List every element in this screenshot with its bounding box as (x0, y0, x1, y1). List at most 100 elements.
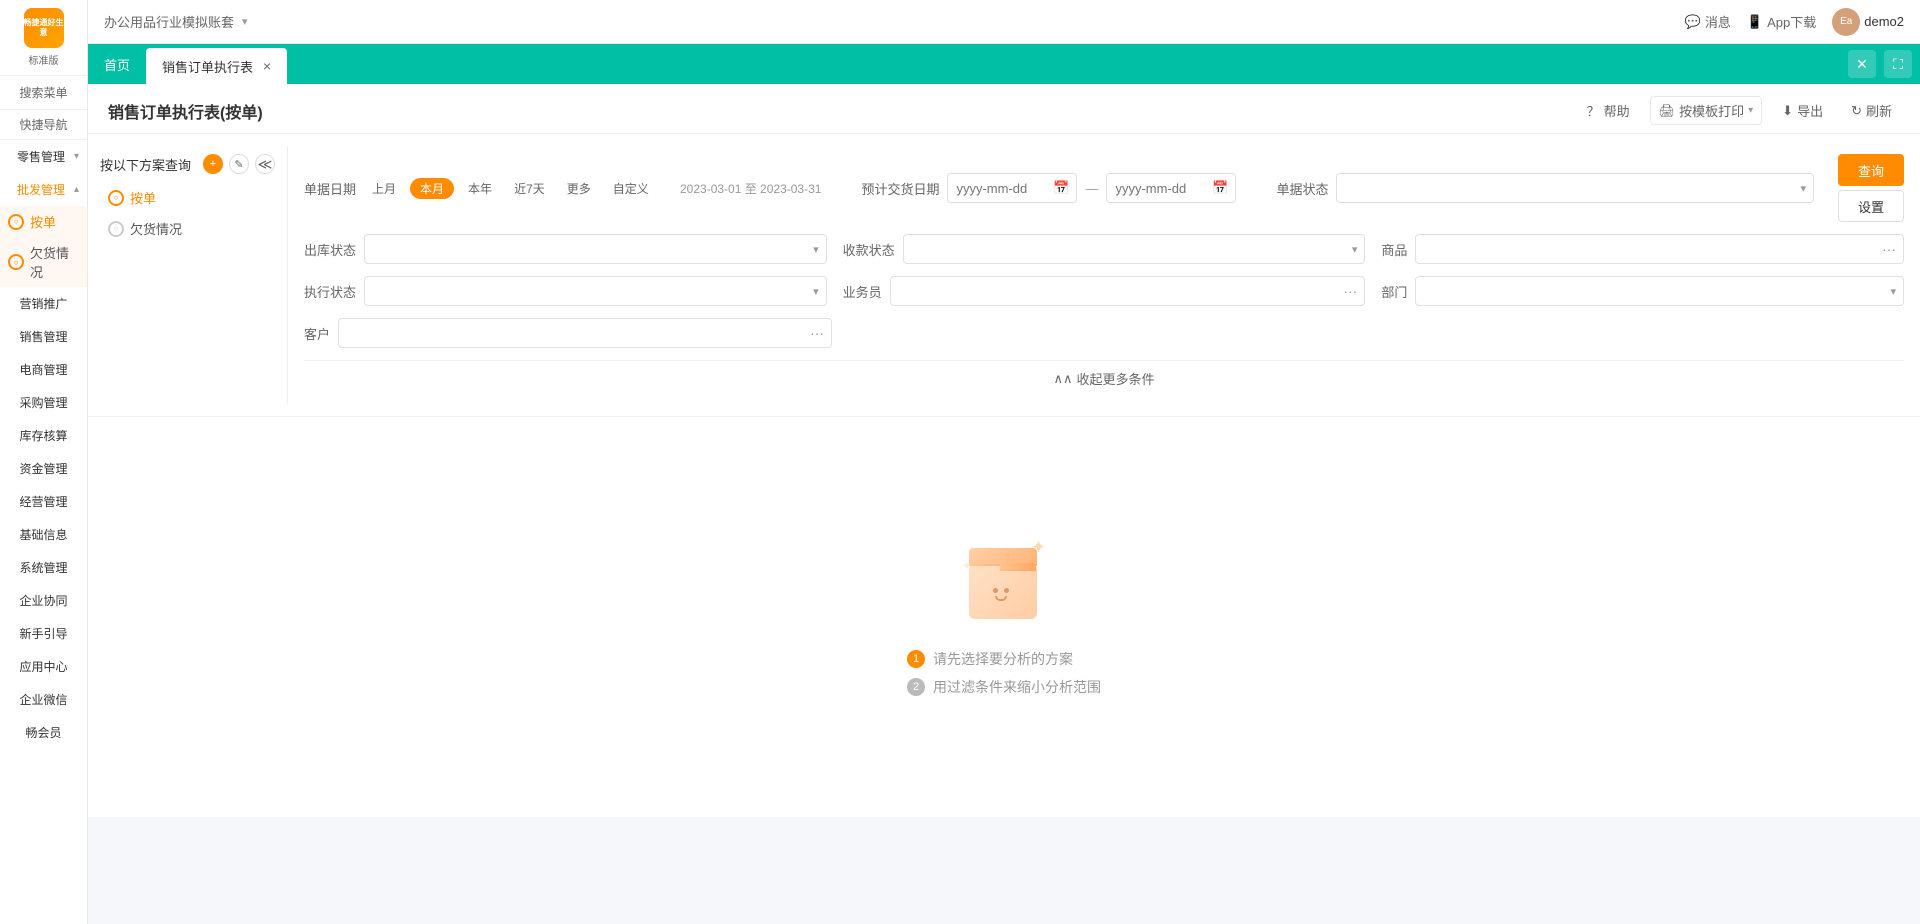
date-range-text: 2023-03-01 至 2023-03-31 (680, 180, 821, 197)
collapse-icon: ≪ (258, 156, 273, 173)
export-button[interactable]: ⬇ 导出 (1774, 97, 1831, 124)
sidebar-item-sales[interactable]: 销售管理 (0, 320, 87, 353)
out-status-label: 出库状态 (304, 240, 356, 259)
collapse-up-icon: ∧∧ (1053, 371, 1072, 387)
status-group: 单据状态 ▾ (1276, 173, 1814, 203)
sidebar-logo: 畅捷通好生意 标准版 (0, 0, 87, 76)
avatar-image: Ea (1832, 8, 1860, 36)
status-select[interactable] (1336, 173, 1814, 203)
sidebar-search[interactable]: 搜索菜单 (0, 76, 87, 110)
exec-status-select[interactable] (364, 276, 827, 306)
sidebar-sub-item-order[interactable]: ○ 按单 (0, 206, 87, 237)
logo-icon: 畅捷通好生意 (24, 8, 64, 48)
filter-icons: + ✎ ≪ (203, 154, 275, 174)
date-tab-more[interactable]: 更多 (559, 178, 599, 199)
date-separator: — (1085, 181, 1098, 196)
tab-active[interactable]: 销售订单执行表 × (146, 48, 287, 84)
header-dropdown-icon[interactable]: ▾ (242, 15, 248, 28)
collapse-more-label: 收起更多条件 (1077, 369, 1155, 388)
expected-date-start-wrap: 📅 (947, 173, 1077, 203)
sidebar-item-app[interactable]: 应用中心 (0, 650, 87, 683)
message-icon: 💬 (1685, 14, 1701, 30)
filter-right-panel: 单据日期 上月 本月 本年 近7天 更多 自定义 2023-03-0 (288, 146, 1920, 404)
top-header: 办公用品行业模拟账套 ▾ 💬 消息 📱 App下载 Ea demo2 (88, 0, 1920, 44)
collect-status-select[interactable] (903, 234, 1366, 264)
date-tab-custom[interactable]: 自定义 (605, 178, 657, 199)
scheme-label-order: 按单 (130, 188, 156, 207)
sidebar-item-wholesale[interactable]: 批发管理 ▴ (0, 173, 87, 206)
print-icon: 🖨 (1659, 103, 1676, 119)
sidebar-item-basic[interactable]: 基础信息 (0, 518, 87, 551)
sidebar-item-retail[interactable]: 零售管理 ▾ (0, 140, 87, 173)
export-icon: ⬇ (1782, 103, 1793, 119)
search-button[interactable]: 查询 (1838, 154, 1904, 186)
scheme-label-debt: 欠货情况 (130, 219, 182, 238)
sidebar-item-wechat[interactable]: 企业微信 (0, 683, 87, 716)
print-arrow-icon: ▾ (1748, 105, 1753, 116)
sidebar-nav[interactable]: 快捷导航 (0, 110, 87, 140)
customer-input[interactable] (338, 318, 832, 348)
print-button[interactable]: 🖨 按模板打印 ▾ (1650, 96, 1763, 125)
goods-input[interactable] (1415, 234, 1904, 264)
sidebar-item-operation[interactable]: 经营管理 (0, 485, 87, 518)
dept-wrapper: ▾ (1415, 276, 1904, 306)
message-action[interactable]: 💬 消息 (1685, 12, 1731, 31)
refresh-button[interactable]: ↻ 刷新 (1843, 97, 1900, 124)
tab-close-icon[interactable]: × (263, 58, 271, 74)
filter-collapse-icon[interactable]: ≪ (255, 154, 275, 174)
salesperson-input[interactable] (890, 276, 1366, 306)
salesperson-wrapper: ··· (890, 276, 1366, 306)
help-button[interactable]: ？ 帮助 (1579, 97, 1638, 124)
sidebar-item-member[interactable]: 畅会员 (0, 716, 87, 749)
calendar-end-icon: 📅 (1212, 180, 1228, 196)
tab-bar-right: ✕ ⛶ (1848, 50, 1920, 78)
expected-date-group: 预计交货日期 📅 — 📅 (861, 173, 1236, 203)
sidebar-item-guide[interactable]: 新手引导 (0, 617, 87, 650)
sidebar-item-system[interactable]: 系统管理 (0, 551, 87, 584)
date-tab-this-month[interactable]: 本月 (410, 178, 454, 199)
date-tab-this-year[interactable]: 本年 (460, 178, 500, 199)
tab-home[interactable]: 首页 (88, 44, 146, 84)
settings-button[interactable]: 设置 (1838, 190, 1904, 222)
sidebar-item-purchase[interactable]: 采购管理 (0, 386, 87, 419)
scheme-icon-order: ○ (108, 190, 124, 206)
date-tab-prev-month[interactable]: 上月 (364, 178, 404, 199)
sidebar-item-stock[interactable]: 库存核算 (0, 419, 87, 452)
empty-num-2: 2 (907, 678, 925, 696)
out-status-select[interactable] (364, 234, 827, 264)
window-close-button[interactable]: ✕ (1848, 50, 1876, 78)
salesperson-label: 业务员 (843, 282, 882, 301)
dept-label: 部门 (1381, 282, 1407, 301)
edit-icon: ✎ (234, 158, 243, 171)
customer-wrapper: ··· (338, 318, 832, 348)
filter-edit-icon[interactable]: ✎ (229, 154, 249, 174)
tab-bar: 首页 销售订单执行表 × ✕ ⛶ (88, 44, 1920, 84)
scheme-item-order[interactable]: ○ 按单 (100, 182, 275, 213)
collapse-more-button[interactable]: ∧∧ 收起更多条件 (304, 360, 1904, 396)
filter-add-icon[interactable]: + (203, 154, 223, 174)
window-expand-button[interactable]: ⛶ (1884, 50, 1912, 78)
export-label: 导出 (1797, 101, 1823, 120)
empty-num-1: 1 (907, 650, 925, 668)
app-download-action[interactable]: 📱 App下载 (1747, 12, 1816, 31)
refresh-icon: ↻ (1851, 103, 1862, 119)
chevron-right-icon: ▾ (74, 151, 79, 162)
filter-row-4: 客户 ··· (304, 318, 1904, 348)
customer-label: 客户 (304, 324, 330, 343)
sidebar-item-marketing[interactable]: 营销推广 (0, 287, 87, 320)
empty-text: 1 请先选择要分析的方案 2 用过滤条件来缩小分析范围 (907, 649, 1101, 705)
sidebar-item-corp[interactable]: 企业协同 (0, 584, 87, 617)
dept-select[interactable] (1415, 276, 1904, 306)
date-tab-7days[interactable]: 近7天 (506, 178, 553, 199)
user-avatar[interactable]: Ea demo2 (1832, 8, 1904, 36)
sidebar-sub-item-debt[interactable]: ○ 欠货情况 (0, 237, 87, 287)
tab-active-label: 销售订单执行表 (162, 57, 253, 76)
sidebar-item-ecom[interactable]: 电商管理 (0, 353, 87, 386)
scheme-item-debt[interactable]: ○ 欠货情况 (100, 213, 275, 244)
dept-group: 部门 ▾ (1381, 276, 1904, 306)
sidebar-item-finance[interactable]: 资金管理 (0, 452, 87, 485)
filter-row-2: 出库状态 ▾ 收款状态 ▾ (304, 234, 1904, 264)
page-content: 销售订单执行表(按单) ？ 帮助 🖨 按模板打印 ▾ ⬇ 导出 (88, 84, 1920, 924)
filter-row-1: 单据日期 上月 本月 本年 近7天 更多 自定义 2023-03-0 (304, 154, 1904, 222)
page-title: 销售订单执行表(按单) (108, 99, 263, 123)
